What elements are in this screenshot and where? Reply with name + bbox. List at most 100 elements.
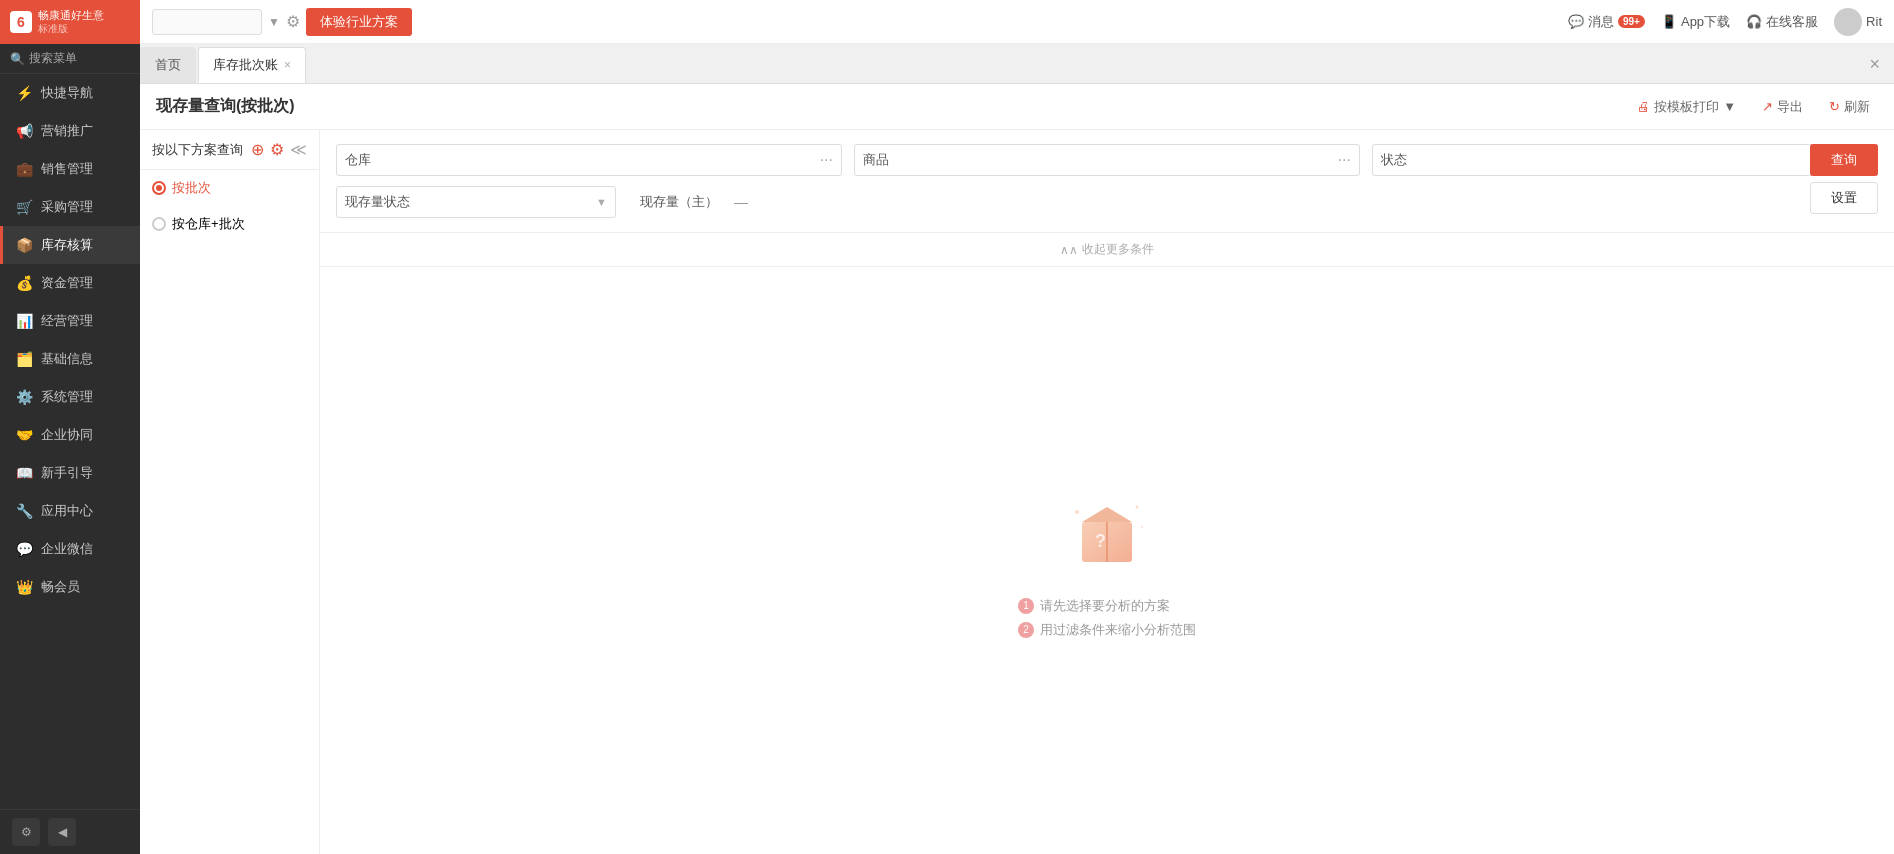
export-btn[interactable]: ↗ 导出: [1754, 94, 1811, 120]
warehouse-label: 仓库: [345, 151, 371, 169]
content-area: 按以下方案查询 ⊕ ⚙ ≪ 按批次 按仓库+批次: [140, 130, 1894, 854]
sidebar-item-purchase[interactable]: 🛒 采购管理: [0, 188, 140, 226]
sidebar-item-basic-info-label: 基础信息: [41, 350, 93, 368]
basic-info-icon: 🗂️: [15, 350, 33, 368]
stock-status-select[interactable]: 现存量状态 ▼: [336, 186, 616, 218]
tip-text-2: 用过滤条件来缩小分析范围: [1040, 621, 1196, 639]
filter-area: 仓库 ··· 商品 ··· 状态 ▼ 查询 设置: [320, 130, 1894, 233]
goods-field[interactable]: 商品 ···: [854, 144, 1360, 176]
sidebar-item-basic-info[interactable]: 🗂️ 基础信息: [0, 340, 140, 378]
sidebar-item-marketing-label: 营销推广: [41, 122, 93, 140]
search-menu-item[interactable]: 🔍 搜索菜单: [0, 44, 140, 74]
sidebar-item-marketing[interactable]: 📢 营销推广: [0, 112, 140, 150]
sidebar-item-member-label: 畅会员: [41, 578, 80, 596]
query-button[interactable]: 查询: [1810, 144, 1878, 176]
app-download-item[interactable]: 📱 App下载: [1661, 13, 1730, 31]
print-dropdown-icon: ▼: [1723, 99, 1736, 114]
newbie-icon: 📖: [15, 464, 33, 482]
topbar-search-input[interactable]: [152, 9, 262, 35]
message-item[interactable]: 💬 消息 99+: [1568, 13, 1645, 31]
scheme-item-batch[interactable]: 按批次: [140, 170, 319, 206]
refresh-btn[interactable]: ↻ 刷新: [1821, 94, 1878, 120]
tab-home[interactable]: 首页: [140, 47, 196, 83]
app-download-label: App下载: [1681, 13, 1730, 31]
goods-input[interactable]: [889, 153, 1334, 168]
sidebar: 6 畅康通好生意 标准版 🔍 搜索菜单 ⚡ 快捷导航 📢 营销推广 💼 销售管理…: [0, 0, 140, 854]
sidebar-item-management[interactable]: 📊 经营管理: [0, 302, 140, 340]
sidebar-item-app-center[interactable]: 🔧 应用中心: [0, 492, 140, 530]
export-icon: ↗: [1762, 99, 1773, 114]
filter-settings-button[interactable]: 设置: [1810, 182, 1878, 214]
refresh-label: 刷新: [1844, 98, 1870, 116]
left-panel-actions: ⊕ ⚙ ≪: [251, 140, 307, 159]
sidebar-item-system-label: 系统管理: [41, 388, 93, 406]
online-service-item[interactable]: 🎧 在线客服: [1746, 13, 1818, 31]
svg-point-5: [1136, 505, 1139, 508]
settings-footer-btn[interactable]: ⚙: [12, 818, 40, 846]
marketing-icon: 📢: [15, 122, 33, 140]
left-panel-header: 按以下方案查询 ⊕ ⚙ ≪: [140, 130, 319, 170]
topbar: ▼ ⚙ 体验行业方案 💬 消息 99+ 📱 App下载 🎧 在线客服 Rit: [140, 0, 1894, 44]
topbar-gear-icon[interactable]: ⚙: [286, 12, 300, 31]
close-all-tabs-btn[interactable]: ×: [1869, 53, 1880, 74]
sidebar-item-inventory-label: 库存核算: [41, 236, 93, 254]
tabs-bar: 首页 库存批次账 × ×: [140, 44, 1894, 84]
filter-row-1: 仓库 ··· 商品 ··· 状态 ▼ 查询 设置: [336, 144, 1878, 176]
sidebar-nav: ⚡ 快捷导航 📢 营销推广 💼 销售管理 🛒 采购管理 📦 库存核算 💰 资金管…: [0, 74, 140, 809]
app-version: 标准版: [38, 22, 104, 36]
sidebar-item-enterprise[interactable]: 🤝 企业协同: [0, 416, 140, 454]
sidebar-item-quick-nav-label: 快捷导航: [41, 84, 93, 102]
finance-icon: 💰: [15, 274, 33, 292]
scheme-warehouse-batch-label: 按仓库+批次: [172, 215, 245, 233]
scheme-settings-icon[interactable]: ⚙: [270, 140, 284, 159]
svg-text:?: ?: [1095, 531, 1106, 551]
print-btn[interactable]: 🖨 按模板打印 ▼: [1629, 94, 1744, 120]
collapse-sidebar-btn[interactable]: ◀: [48, 818, 76, 846]
trial-btn[interactable]: 体验行业方案: [306, 8, 412, 36]
collapse-left-panel-icon[interactable]: ≪: [290, 140, 307, 159]
tab-close-icon[interactable]: ×: [284, 58, 291, 72]
sidebar-item-newbie[interactable]: 📖 新手引导: [0, 454, 140, 492]
sidebar-item-enterprise-label: 企业协同: [41, 426, 93, 444]
topbar-dropdown-icon[interactable]: ▼: [268, 15, 280, 29]
refresh-icon: ↻: [1829, 99, 1840, 114]
sidebar-item-system[interactable]: ⚙️ 系统管理: [0, 378, 140, 416]
sidebar-item-finance[interactable]: 💰 资金管理: [0, 264, 140, 302]
scheme-item-warehouse-batch[interactable]: 按仓库+批次: [140, 206, 319, 242]
main-area: ▼ ⚙ 体验行业方案 💬 消息 99+ 📱 App下载 🎧 在线客服 Rit: [140, 0, 1894, 854]
tab-inventory-batch-label: 库存批次账: [213, 56, 278, 74]
goods-label: 商品: [863, 151, 889, 169]
sidebar-item-sales-label: 销售管理: [41, 160, 93, 178]
sidebar-item-member[interactable]: 👑 畅会员: [0, 568, 140, 606]
app-download-icon: 📱: [1661, 14, 1677, 29]
message-badge: 99+: [1618, 15, 1645, 28]
sidebar-item-wechat[interactable]: 💬 企业微信: [0, 530, 140, 568]
sidebar-item-quick-nav[interactable]: ⚡ 快捷导航: [0, 74, 140, 112]
add-scheme-btn[interactable]: ⊕: [251, 140, 264, 159]
topbar-right: 💬 消息 99+ 📱 App下载 🎧 在线客服 Rit: [1568, 8, 1882, 36]
sidebar-header: 6 畅康通好生意 标准版: [0, 0, 140, 44]
stock-qty-label: 现存量（主）: [640, 193, 718, 211]
goods-more-icon[interactable]: ···: [1338, 151, 1351, 169]
status-label: 状态: [1381, 151, 1852, 169]
tab-home-label: 首页: [155, 56, 181, 74]
scheme-batch-label: 按批次: [172, 179, 211, 197]
warehouse-field[interactable]: 仓库 ···: [336, 144, 842, 176]
collapse-up-icon: ∧∧: [1060, 243, 1078, 257]
topbar-left: ▼ ⚙ 体验行业方案: [152, 8, 1560, 36]
search-menu-label: 搜索菜单: [29, 50, 77, 67]
enterprise-icon: 🤝: [15, 426, 33, 444]
status-select[interactable]: 状态 ▼: [1372, 144, 1878, 176]
sidebar-item-inventory[interactable]: 📦 库存核算: [0, 226, 140, 264]
right-panel: 仓库 ··· 商品 ··· 状态 ▼ 查询 设置: [320, 130, 1894, 854]
message-icon: 💬: [1568, 14, 1584, 29]
collapse-row[interactable]: ∧∧ 收起更多条件: [320, 233, 1894, 267]
sidebar-item-sales[interactable]: 💼 销售管理: [0, 150, 140, 188]
warehouse-input[interactable]: [371, 153, 816, 168]
tip-num-1: 1: [1018, 598, 1034, 614]
warehouse-more-icon[interactable]: ···: [820, 151, 833, 169]
user-item[interactable]: Rit: [1834, 8, 1882, 36]
left-panel-title: 按以下方案查询: [152, 141, 243, 159]
tab-inventory-batch[interactable]: 库存批次账 ×: [198, 47, 306, 83]
online-service-label: 在线客服: [1766, 13, 1818, 31]
